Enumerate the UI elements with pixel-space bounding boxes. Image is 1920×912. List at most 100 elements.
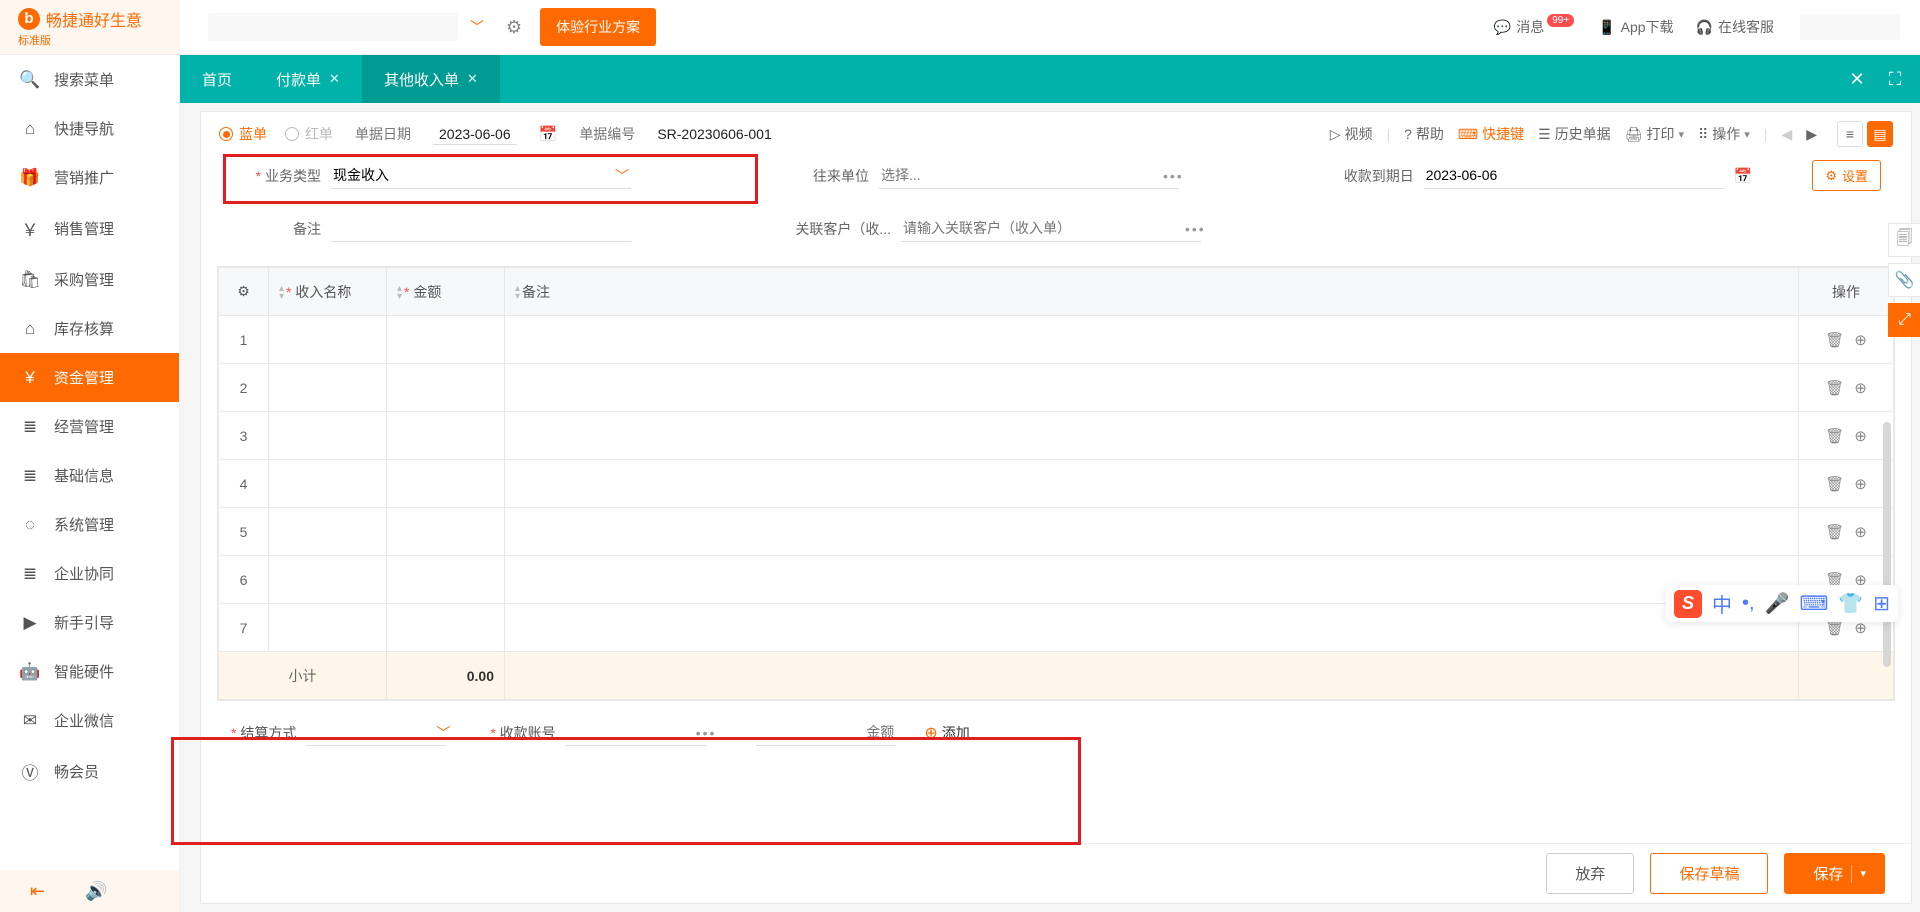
list-icon: ≣ (20, 564, 40, 584)
col-remark[interactable]: ▴▾备注 (505, 268, 1799, 316)
col-income-name[interactable]: ▴▾收入名称 (269, 268, 387, 316)
tab-payment[interactable]: 付款单✕ (254, 55, 362, 103)
ime-keyboard-icon[interactable]: ⌨ (1799, 591, 1828, 616)
trial-button[interactable]: 体验行业方案 (540, 8, 656, 46)
toolbar-video[interactable]: ▷ 视频 (1330, 124, 1373, 144)
sidebar-item-collab[interactable]: ≣企业协同 (0, 549, 179, 598)
copy-icon[interactable]: ⊕ (1854, 523, 1867, 541)
copy-icon[interactable]: ⊕ (1854, 331, 1867, 349)
sidebar-item-marketing[interactable]: 🎁营销推广 (0, 153, 179, 202)
rail-expand-button[interactable]: ⤢ (1888, 303, 1920, 337)
sidebar-item-purchase[interactable]: 🛍采购管理 (0, 255, 179, 304)
ime-toolbox-icon[interactable]: ⊞ (1873, 591, 1890, 616)
ime-toolbar[interactable]: S 中 •, 🎤 ⌨ 👕 ⊞ (1666, 585, 1898, 622)
sidebar-item-business[interactable]: ≣经营管理 (0, 402, 179, 451)
tab-home[interactable]: 首页 (180, 55, 254, 103)
rail-note-button[interactable]: 🗐 (1888, 223, 1920, 257)
delete-icon[interactable]: 🗑 (1825, 523, 1844, 541)
copy-icon[interactable]: ⊕ (1854, 379, 1867, 397)
close-icon[interactable]: ✕ (329, 71, 340, 87)
view-list-button[interactable]: ≡ (1837, 121, 1863, 147)
radio-blue[interactable]: 蓝单 (219, 124, 267, 144)
sidebar-item-wechat[interactable]: ✉企业微信 (0, 696, 179, 745)
tb-label: 历史单据 (1555, 124, 1611, 144)
ime-skin-icon[interactable]: 👕 (1838, 591, 1863, 616)
toolbar-shortcut[interactable]: ⌨ 快捷键 (1458, 124, 1524, 144)
nav-prev[interactable]: ◀ (1781, 126, 1792, 143)
delete-icon[interactable]: 🗑 (1825, 379, 1844, 397)
service-link[interactable]: 🎧 在线客服 (1696, 17, 1774, 37)
table-row[interactable]: 1🗑⊕ (219, 316, 1894, 364)
table-row[interactable]: 2🗑⊕ (219, 364, 1894, 412)
sidebar-item-member[interactable]: Ⓥ畅会员 (0, 745, 179, 798)
sidebar-item-inventory[interactable]: ⌂库存核算 (0, 304, 179, 353)
collapse-icon[interactable]: ⇤ (30, 881, 45, 902)
settle-amount-input[interactable] (756, 719, 896, 746)
tab-expand-button[interactable]: ⛶ (1880, 64, 1910, 94)
table-row[interactable]: 5🗑⊕ (219, 508, 1894, 556)
table-row[interactable]: 7🗑⊕ (219, 604, 1894, 652)
delete-icon[interactable]: 🗑 (1825, 475, 1844, 493)
tab-other-income[interactable]: 其他收入单✕ (362, 55, 500, 103)
ime-punct-icon[interactable]: •, (1742, 592, 1755, 615)
toolbar-history[interactable]: ☰ 历史单据 (1538, 124, 1611, 144)
save-button[interactable]: 保存▾ (1784, 853, 1885, 894)
date-value[interactable]: 2023-06-06 (433, 124, 517, 145)
org-selector[interactable]: ﹀ ⚙ (208, 13, 522, 41)
calendar-icon[interactable]: 📅 (539, 125, 558, 143)
settings-button[interactable]: ⚙ 设置 (1812, 160, 1881, 191)
col-amount[interactable]: ▴▾金额 (387, 268, 505, 316)
settle-method-input[interactable] (306, 719, 446, 746)
scrollbar[interactable] (1883, 422, 1891, 667)
due-input[interactable] (1424, 162, 1724, 189)
toolbar-help[interactable]: ? 帮助 (1404, 124, 1444, 144)
relation-input[interactable] (901, 215, 1201, 242)
more-icon[interactable]: ••• (1185, 221, 1206, 237)
sidebar-item-quicknav[interactable]: ⌂快捷导航 (0, 104, 179, 153)
copy-icon[interactable]: ⊕ (1854, 475, 1867, 493)
sound-icon[interactable]: 🔊 (85, 881, 107, 902)
more-icon[interactable]: ••• (1163, 168, 1184, 184)
calendar-icon[interactable]: 📅 (1734, 167, 1753, 185)
save-draft-button[interactable]: 保存草稿 (1650, 853, 1768, 894)
col-settings[interactable]: ⚙ (219, 268, 269, 316)
table-row[interactable]: 3🗑⊕ (219, 412, 1894, 460)
gift-icon: 🎁 (20, 168, 40, 188)
add-settlement-button[interactable]: ⊕添加 (924, 723, 969, 743)
sidebar-item-funds[interactable]: ¥资金管理 (0, 353, 179, 402)
sidebar-item-guide[interactable]: ▶新手引导 (0, 598, 179, 647)
rail-attach-button[interactable]: 📎 (1888, 263, 1920, 297)
user-menu[interactable] (1800, 14, 1900, 40)
unit-input[interactable] (879, 162, 1179, 189)
sidebar-item-search[interactable]: 🔍搜索菜单 (0, 55, 179, 104)
sidebar-item-system[interactable]: ◌系统管理 (0, 500, 179, 549)
toolbar-print[interactable]: 🖨 打印 ▾ (1625, 124, 1684, 144)
remark-input[interactable] (331, 215, 631, 242)
sidebar-item-sales[interactable]: ￥销售管理 (0, 202, 179, 255)
nav-next[interactable]: ▶ (1806, 126, 1817, 143)
more-icon[interactable]: ••• (696, 725, 717, 741)
discard-button[interactable]: 放弃 (1546, 853, 1634, 894)
close-icon[interactable]: ✕ (467, 71, 478, 87)
sidebar-item-hardware[interactable]: 🤖智能硬件 (0, 647, 179, 696)
messages-link[interactable]: 💬 消息 99+ (1494, 17, 1576, 37)
app-download-link[interactable]: 📱 App下载 (1598, 17, 1673, 37)
delete-icon[interactable]: 🗑 (1825, 427, 1844, 445)
gear-icon[interactable]: ⚙ (506, 17, 522, 38)
tab-close-button[interactable]: ✕ (1842, 64, 1872, 94)
radio-red[interactable]: 红单 (285, 124, 333, 144)
remark-label: 备注 (231, 219, 321, 239)
settle-account-label: 收款账号 (490, 723, 555, 743)
delete-icon[interactable]: 🗑 (1825, 331, 1844, 349)
table-row[interactable]: 6🗑⊕ (219, 556, 1894, 604)
logo-subtitle: 标准版 (18, 32, 51, 48)
ime-lang[interactable]: 中 (1712, 589, 1732, 618)
view-form-button[interactable]: ▤ (1867, 121, 1893, 147)
settle-account-input[interactable] (566, 719, 706, 746)
copy-icon[interactable]: ⊕ (1854, 427, 1867, 445)
sidebar-item-basicinfo[interactable]: ≣基础信息 (0, 451, 179, 500)
biztype-input[interactable] (331, 162, 631, 189)
ime-mic-icon[interactable]: 🎤 (1765, 591, 1790, 616)
table-row[interactable]: 4🗑⊕ (219, 460, 1894, 508)
toolbar-ops[interactable]: ⠿ 操作 ▾ (1698, 124, 1750, 144)
